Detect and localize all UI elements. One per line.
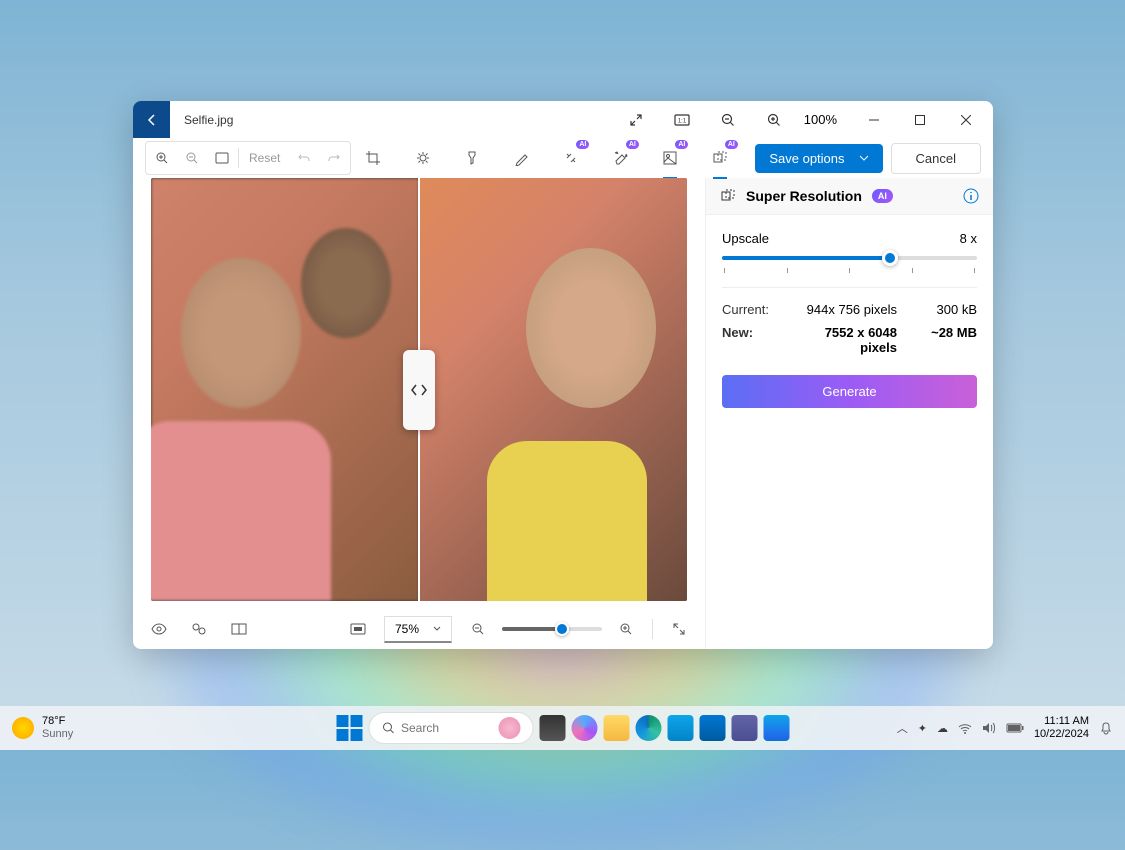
ai-badge: AI: [675, 140, 688, 149]
zoom-out-icon[interactable]: [712, 104, 744, 136]
start-button[interactable]: [336, 715, 362, 741]
date: 10/22/2024: [1034, 728, 1089, 741]
current-size: 300 kB: [917, 302, 977, 317]
compare-toggle-icon[interactable]: [185, 615, 213, 643]
svg-text:1:1: 1:1: [678, 118, 687, 124]
search-icon: [381, 721, 395, 735]
back-button[interactable]: [133, 101, 170, 138]
erase-tool[interactable]: AI: [607, 144, 635, 172]
image-compare-view[interactable]: [151, 178, 687, 601]
adjust-tool[interactable]: [409, 144, 437, 172]
new-size: ~28 MB: [917, 325, 977, 355]
info-icon[interactable]: [963, 188, 979, 204]
redo-button[interactable]: [320, 144, 348, 172]
split-view-icon[interactable]: [225, 615, 253, 643]
teams-icon[interactable]: [731, 715, 757, 741]
zoom-out-button[interactable]: [464, 615, 492, 643]
resolution-icon: [720, 188, 736, 204]
panel-title: Super Resolution: [746, 188, 862, 204]
ai-badge: AI: [725, 140, 738, 149]
undo-button[interactable]: [290, 144, 318, 172]
copilot-icon[interactable]: [571, 715, 597, 741]
generate-button[interactable]: Generate: [722, 375, 977, 408]
close-button[interactable]: [943, 104, 989, 136]
edge-icon[interactable]: [635, 715, 661, 741]
expand-icon[interactable]: [620, 104, 652, 136]
file-title: Selfie.jpg: [170, 113, 233, 127]
photos-app-window: Selfie.jpg 1:1 100% Reset: [133, 101, 993, 649]
new-dimensions: 7552 x 6048 pixels: [792, 325, 917, 355]
volume-icon[interactable]: [982, 722, 996, 734]
ai-badge: AI: [872, 189, 893, 203]
canvas-bottom-bar: 75%: [133, 609, 705, 649]
wifi-icon[interactable]: [958, 723, 972, 734]
upscale-slider[interactable]: [722, 256, 977, 260]
zoom-in-tool[interactable]: [148, 144, 176, 172]
zoom-slider[interactable]: [502, 627, 602, 631]
current-label: Current:: [722, 302, 792, 317]
fullscreen-icon[interactable]: [665, 615, 693, 643]
chevron-up-icon[interactable]: ︿: [897, 720, 908, 736]
task-view-icon[interactable]: [539, 715, 565, 741]
search-input[interactable]: [401, 721, 491, 735]
weather-condition: Sunny: [42, 728, 73, 741]
filter-tool[interactable]: [458, 144, 486, 172]
copilot-tray-icon[interactable]: ✦: [918, 722, 927, 735]
explorer-icon[interactable]: [603, 715, 629, 741]
ai-badge: AI: [626, 140, 639, 149]
image-before: [151, 178, 419, 601]
background-tool[interactable]: AI: [656, 144, 684, 172]
reset-button[interactable]: Reset: [241, 151, 288, 165]
taskbar-search[interactable]: [368, 712, 533, 744]
sun-icon: [12, 717, 34, 739]
super-resolution-tool[interactable]: AI: [706, 144, 734, 172]
battery-icon[interactable]: [1006, 723, 1024, 733]
taskbar: 78°F Sunny ︿ ✦ ☁ 11:11 AM 10/22/2024: [0, 706, 1125, 750]
compare-handle[interactable]: [403, 350, 435, 430]
maximize-button[interactable]: [897, 104, 943, 136]
photos-icon[interactable]: [763, 715, 789, 741]
upscale-label: Upscale: [722, 231, 769, 246]
cancel-button[interactable]: Cancel: [891, 143, 981, 174]
notifications-icon[interactable]: [1099, 721, 1113, 735]
zoom-out-tool[interactable]: [178, 144, 206, 172]
aspect-tool[interactable]: [208, 144, 236, 172]
minimize-button[interactable]: [851, 104, 897, 136]
upscale-value: 8 x: [960, 231, 977, 246]
fit-icon[interactable]: 1:1: [666, 104, 698, 136]
store-icon[interactable]: [667, 715, 693, 741]
zoom-dropdown[interactable]: 75%: [384, 616, 452, 643]
zoom-in-button[interactable]: [612, 615, 640, 643]
zoom-in-icon[interactable]: [758, 104, 790, 136]
clock[interactable]: 11:11 AM 10/22/2024: [1034, 715, 1089, 741]
image-after: [419, 178, 687, 601]
onedrive-icon[interactable]: ☁: [937, 722, 948, 735]
titlebar: Selfie.jpg 1:1 100%: [133, 101, 993, 138]
save-options-button[interactable]: Save options: [755, 144, 882, 173]
time: 11:11 AM: [1034, 715, 1089, 728]
zoom-level-label: 100%: [804, 112, 837, 127]
view-toggle-icon[interactable]: [145, 615, 173, 643]
temperature: 78°F: [42, 715, 73, 728]
edit-toolbar: Reset AI AI AI AI Save options Cancel: [133, 138, 993, 178]
fit-screen-icon[interactable]: [344, 615, 372, 643]
outlook-icon[interactable]: [699, 715, 725, 741]
new-label: New:: [722, 325, 792, 355]
crop-tool[interactable]: [359, 144, 387, 172]
markup-tool[interactable]: [508, 144, 536, 172]
ai-badge: AI: [576, 140, 589, 149]
weather-widget[interactable]: 78°F Sunny: [12, 715, 73, 741]
super-resolution-panel: Super Resolution AI Upscale 8 x Current:…: [705, 178, 993, 649]
search-highlight-icon: [498, 717, 520, 739]
retouch-tool[interactable]: AI: [557, 144, 585, 172]
current-dimensions: 944x 756 pixels: [792, 302, 917, 317]
